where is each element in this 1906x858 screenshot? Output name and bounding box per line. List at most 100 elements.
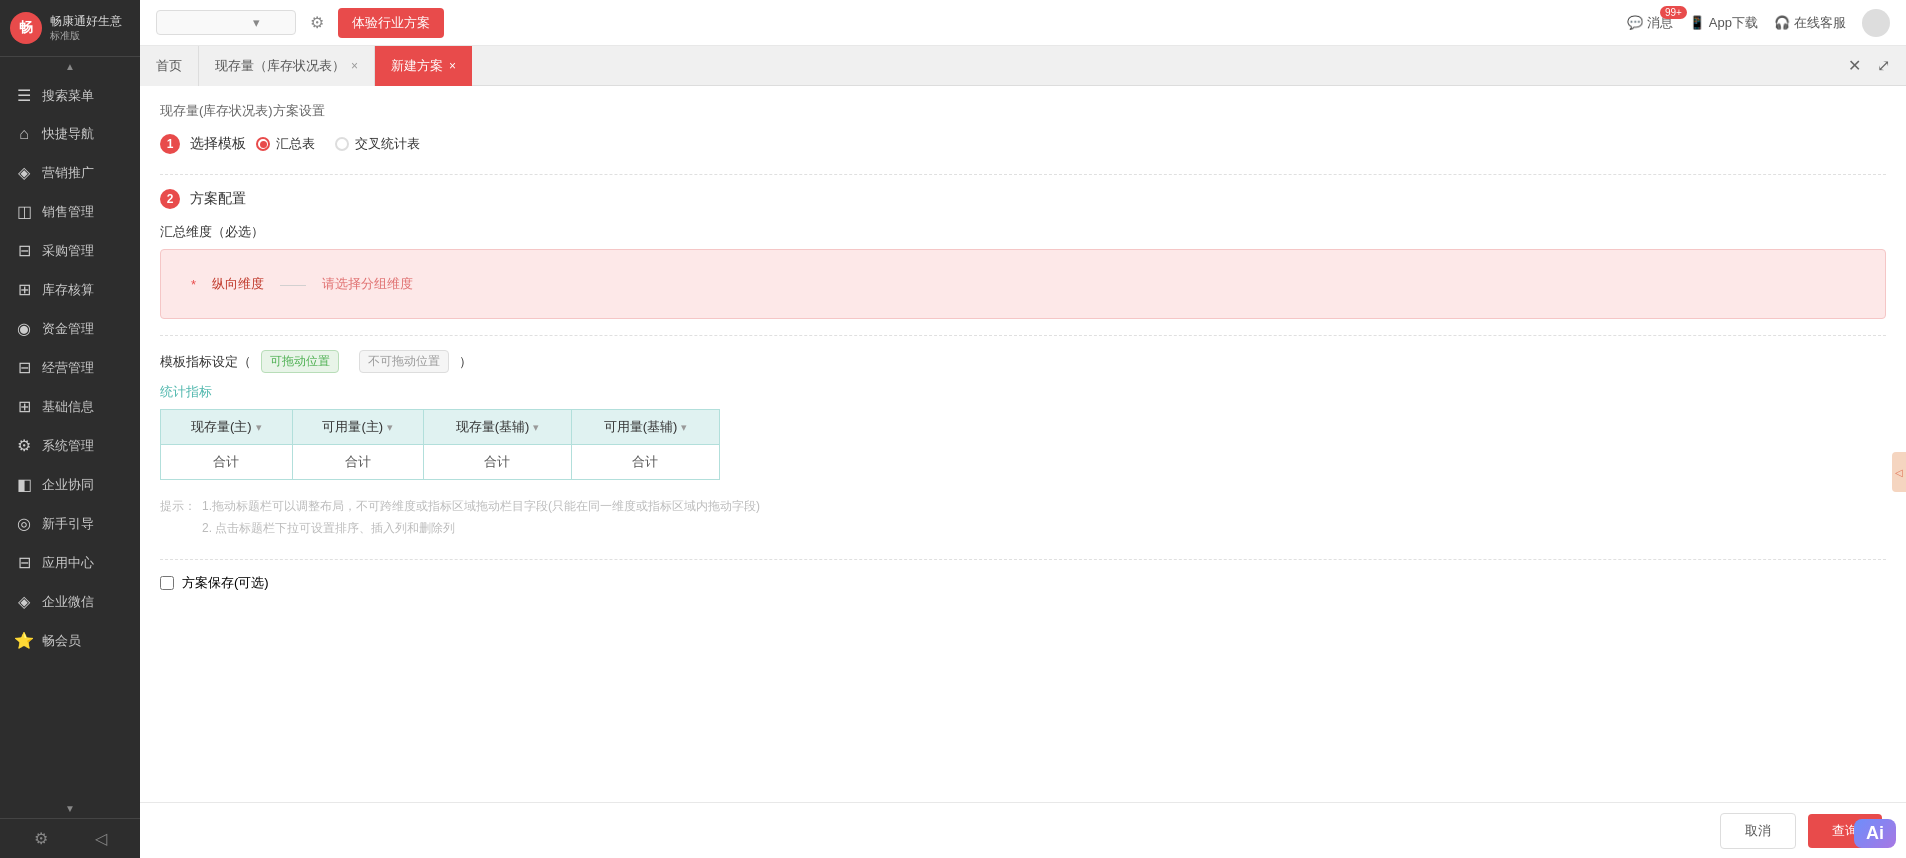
tip-1: 提示： 2. 点击标题栏下拉可设置排序、插入列和删除列 — [160, 518, 1886, 540]
search-input[interactable] — [167, 15, 247, 30]
stat-label: 统计指标 — [160, 383, 1886, 401]
col-summary-3: 合计 — [571, 445, 719, 480]
sidebar-nav: ☰ 搜索菜单 ⌂ 快捷导航 ◈ 营销推广 ◫ 销售管理 ⊟ 采购管理 ⊞ 库存核… — [0, 76, 140, 799]
radio-cross[interactable]: 交叉统计表 — [335, 135, 420, 153]
message-icon: 💬 — [1627, 15, 1643, 30]
radio-summary[interactable]: 汇总表 — [256, 135, 315, 153]
sidebar-item-search[interactable]: ☰ 搜索菜单 — [0, 76, 140, 115]
window-expand-icon[interactable]: ⤢ — [1873, 52, 1894, 79]
sidebar-item-label: 经营管理 — [42, 359, 94, 377]
sidebar-item-corp[interactable]: ◧ 企业协同 — [0, 465, 140, 504]
tabbar: 首页 现存量（库存状况表） × 新建方案 × ✕ ⤢ — [140, 46, 1906, 86]
sidebar-item-label: 营销推广 — [42, 164, 94, 182]
star-icon: ⭐ — [14, 631, 34, 650]
col-summary-1: 合计 — [292, 445, 424, 480]
sidebar-item-label: 应用中心 — [42, 554, 94, 572]
radio-summary-dot — [256, 137, 270, 151]
sidebar-scroll-down[interactable]: ▼ — [0, 799, 140, 818]
chart-icon: ⊟ — [14, 358, 34, 377]
section-config: 2 方案配置 汇总维度（必选） * 纵向维度 —— 请选择分组维度 模板指标 — [160, 189, 1886, 539]
indicator-setting-suffix: ） — [459, 353, 472, 371]
section2-label: 方案配置 — [190, 190, 246, 208]
sidebar-item-newbie[interactable]: ◎ 新手引导 — [0, 504, 140, 543]
tab-inventory[interactable]: 现存量（库存状况表） × — [199, 46, 375, 86]
stat-table-row: 合计 合计 合计 合计 — [161, 445, 720, 480]
sidebar-item-marketing[interactable]: ◈ 营销推广 — [0, 153, 140, 192]
dim-selector-box[interactable]: * 纵向维度 —— 请选择分组维度 — [160, 249, 1886, 319]
col-header-0[interactable]: 现存量(主) ▾ — [161, 410, 293, 445]
col-dropdown-1[interactable]: 可用量(主) ▾ — [322, 418, 393, 436]
sidebar-item-system[interactable]: ⚙ 系统管理 — [0, 426, 140, 465]
tab-new-plan-label: 新建方案 — [391, 57, 443, 75]
sidebar-item-label: 基础信息 — [42, 398, 94, 416]
sidebar-item-base[interactable]: ⊞ 基础信息 — [0, 387, 140, 426]
ai-badge[interactable]: Ai — [1854, 819, 1896, 848]
save-checkbox-label: 方案保存(可选) — [182, 574, 269, 592]
sales-icon: ◫ — [14, 202, 34, 221]
content-area: 现存量(库存状况表)方案设置 1 选择模板 汇总表 — [140, 86, 1906, 802]
sidebar-logo: 畅 畅康通好生意 标准版 — [0, 0, 140, 57]
save-checkbox[interactable] — [160, 576, 174, 590]
col-dropdown-2[interactable]: 现存量(基辅) ▾ — [456, 418, 540, 436]
radio-cross-label: 交叉统计表 — [355, 135, 420, 153]
sidebar-item-nav[interactable]: ⌂ 快捷导航 — [0, 115, 140, 153]
message-badge: 99+ — [1660, 6, 1687, 19]
col-header-2[interactable]: 现存量(基辅) ▾ — [424, 410, 572, 445]
indicator-setting-label: 模板指标设定（ — [160, 353, 251, 371]
cancel-button[interactable]: 取消 — [1720, 813, 1796, 849]
sidebar-scroll-up[interactable]: ▲ — [0, 57, 140, 76]
window-close-icon[interactable]: ✕ — [1844, 52, 1865, 79]
sidebar-item-label: 库存核算 — [42, 281, 94, 299]
sidebar-item-inventory[interactable]: ⊞ 库存核算 — [0, 270, 140, 309]
sidebar-item-label: 畅会员 — [42, 632, 81, 650]
tab-new-plan[interactable]: 新建方案 × — [375, 46, 472, 86]
col-dropdown-3[interactable]: 可用量(基辅) ▾ — [604, 418, 688, 436]
col-2-arrow: ▾ — [533, 421, 539, 434]
col-summary-2: 合计 — [424, 445, 572, 480]
collapse-icon[interactable]: ◁ — [95, 829, 107, 848]
tab-inventory-close[interactable]: × — [351, 59, 358, 73]
money-icon: ◉ — [14, 319, 34, 338]
trial-button[interactable]: 体验行业方案 — [338, 8, 444, 38]
col-header-1[interactable]: 可用量(主) ▾ — [292, 410, 424, 445]
service-label: 在线客服 — [1794, 14, 1846, 32]
message-button[interactable]: 💬 消息 99+ — [1627, 14, 1673, 32]
col-header-3[interactable]: 可用量(基辅) ▾ — [571, 410, 719, 445]
section1-label: 选择模板 — [190, 135, 246, 153]
sidebar-item-wechat[interactable]: ◈ 企业微信 — [0, 582, 140, 621]
box-icon: ⊞ — [14, 280, 34, 299]
user-avatar[interactable] — [1862, 9, 1890, 37]
resize-handle[interactable]: ◁ — [1892, 452, 1906, 492]
settings-icon[interactable]: ⚙ — [34, 829, 48, 848]
service-button[interactable]: 🎧 在线客服 — [1774, 14, 1846, 32]
app-download-label: App下载 — [1709, 14, 1758, 32]
dim-placeholder: 请选择分组维度 — [322, 275, 413, 293]
tab-inventory-label: 现存量（库存状况表） — [215, 57, 345, 75]
section-template: 1 选择模板 汇总表 交叉统计表 — [160, 134, 1886, 154]
sidebar-item-label: 系统管理 — [42, 437, 94, 455]
sidebar-item-label: 快捷导航 — [42, 125, 94, 143]
sidebar-item-finance[interactable]: ◉ 资金管理 — [0, 309, 140, 348]
tab-home[interactable]: 首页 — [140, 46, 199, 86]
app-name: 畅康通好生意 — [50, 13, 122, 30]
search-dropdown-icon[interactable]: ▾ — [253, 15, 260, 30]
sidebar-item-operations[interactable]: ⊟ 经营管理 — [0, 348, 140, 387]
sidebar-item-member[interactable]: ⭐ 畅会员 — [0, 621, 140, 660]
app-version: 标准版 — [50, 29, 122, 43]
topbar-gear-icon[interactable]: ⚙ — [310, 13, 324, 32]
sidebar-item-sales[interactable]: ◫ 销售管理 — [0, 192, 140, 231]
bottombar: 取消 查询 — [140, 802, 1906, 858]
col-dropdown-0[interactable]: 现存量(主) ▾ — [191, 418, 262, 436]
sidebar-item-apps[interactable]: ⊟ 应用中心 — [0, 543, 140, 582]
stat-table: 现存量(主) ▾ 可用量(主) ▾ — [160, 409, 720, 480]
sidebar-item-label: 采购管理 — [42, 242, 94, 260]
main-area: ▾ ⚙ 体验行业方案 💬 消息 99+ 📱 App下载 🎧 在线客服 首页 — [140, 0, 1906, 858]
corp-icon: ◧ — [14, 475, 34, 494]
sidebar-item-purchase[interactable]: ⊟ 采购管理 — [0, 231, 140, 270]
tab-new-plan-close[interactable]: × — [449, 59, 456, 73]
topbar-search-box[interactable]: ▾ — [156, 10, 296, 35]
search-menu-icon: ☰ — [14, 86, 34, 105]
app-download-button[interactable]: 📱 App下载 — [1689, 14, 1758, 32]
cart-icon: ⊟ — [14, 241, 34, 260]
fixed-badge: 不可拖动位置 — [359, 350, 449, 373]
